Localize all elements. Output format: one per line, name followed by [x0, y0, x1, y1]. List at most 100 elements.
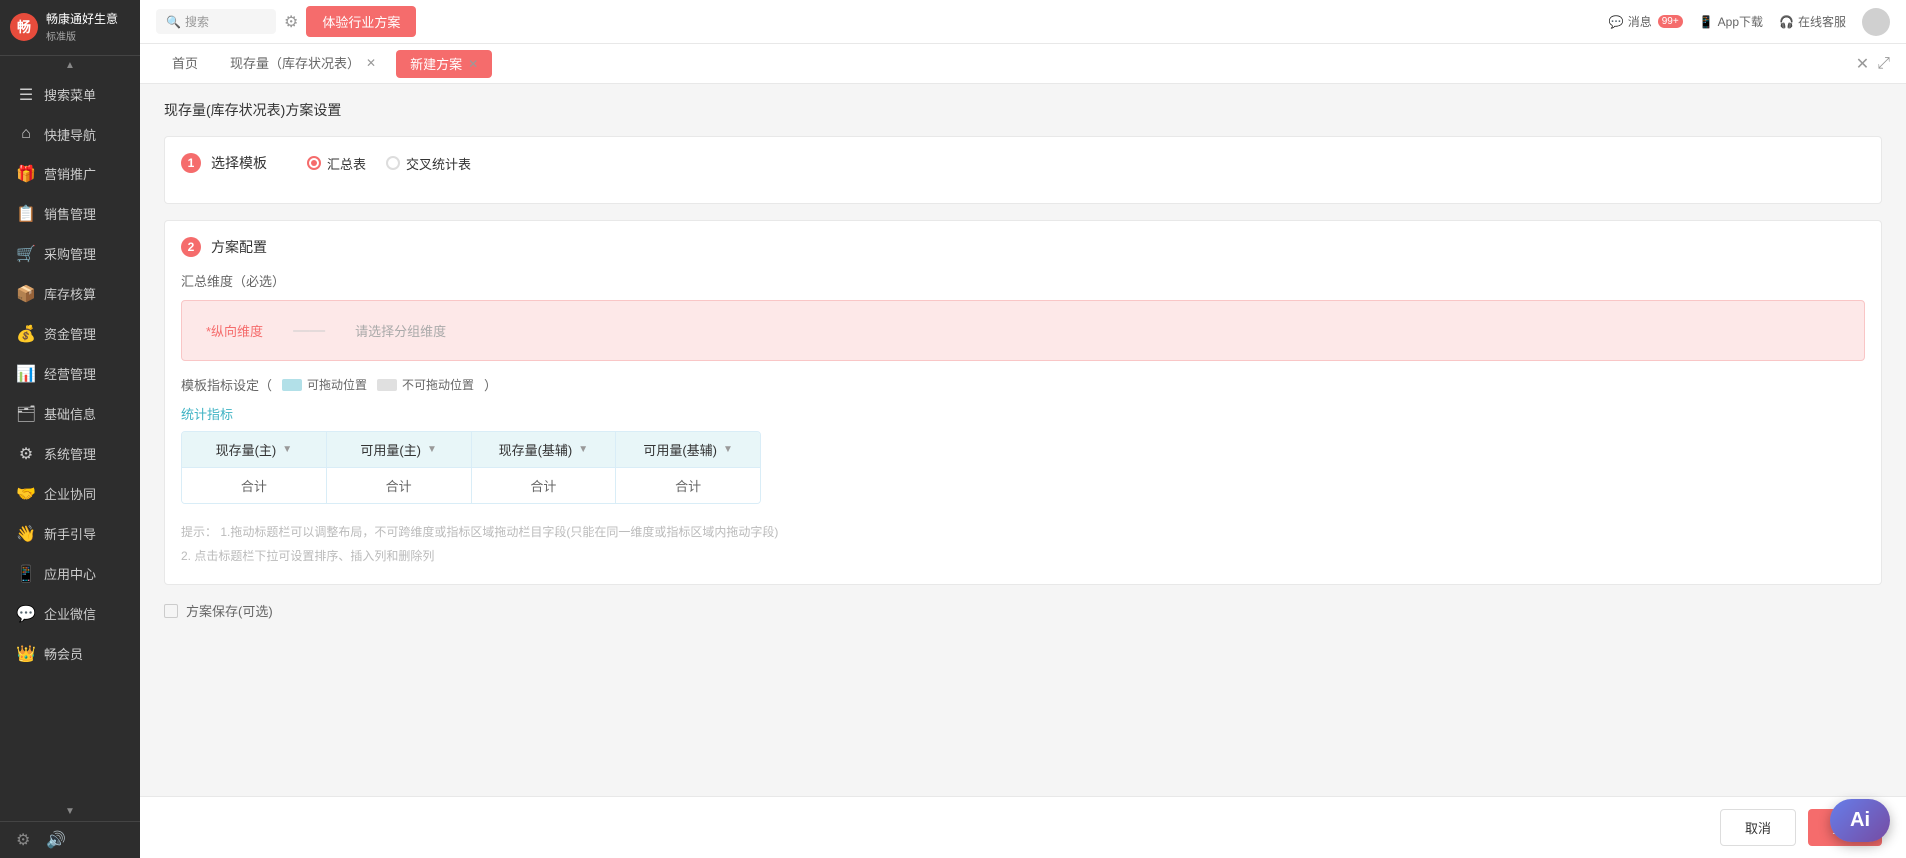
radio-cross-dot [386, 156, 400, 170]
step1-badge: 1 [181, 153, 201, 173]
trial-btn[interactable]: 体验行业方案 [306, 6, 416, 37]
step2-header: 2 方案配置 [181, 237, 1865, 257]
sidebar-item-label: 畅会员 [44, 644, 83, 663]
metric-setting-suffix: ） [484, 375, 497, 394]
stats-col-0[interactable]: 现存量(主) ▼ [182, 432, 327, 467]
sidebar-item-system[interactable]: ⚙ 系统管理 [0, 434, 140, 474]
step2-section: 2 方案配置 汇总维度（必选） *纵向维度 —— 请选择分组维度 模板指标设定（… [164, 220, 1882, 585]
save-checkbox[interactable] [164, 604, 178, 618]
online-service-btn[interactable]: 🎧 在线客服 [1779, 13, 1846, 30]
folder-icon: 🗂 [16, 404, 36, 424]
home-icon: ⌂ [16, 125, 36, 143]
sidebar-item-label: 新手引导 [44, 524, 96, 543]
tab-new-plan[interactable]: 新建方案 ✕ [396, 50, 492, 78]
stats-cell-1: 合计 [327, 468, 472, 503]
radio-summary[interactable]: 汇总表 [307, 154, 366, 173]
col-2-chevron[interactable]: ▼ [578, 444, 588, 455]
non-draggable-box [377, 379, 397, 391]
col-0-chevron[interactable]: ▼ [282, 444, 292, 455]
sidebar-logo: 畅 畅康通好生意 标准版 [0, 0, 140, 56]
message-badge: 99+ [1658, 15, 1683, 28]
headset-icon: 🎧 [1779, 15, 1794, 29]
save-label: 方案保存(可选) [186, 601, 273, 620]
user-avatar[interactable] [1862, 8, 1890, 36]
legend-non-draggable: 不可拖动位置 [377, 376, 474, 393]
sidebar-item-guide[interactable]: 👋 新手引导 [0, 514, 140, 554]
chat-icon: 💬 [16, 604, 36, 624]
topbar-gear-icon[interactable]: ⚙ [284, 12, 298, 32]
sidebar-item-label: 销售管理 [44, 204, 96, 223]
message-label: 消息 [1628, 13, 1652, 30]
sidebar-item-finance[interactable]: 💰 资金管理 [0, 314, 140, 354]
radio-cross[interactable]: 交叉统计表 [386, 154, 471, 173]
col-1-chevron[interactable]: ▼ [427, 444, 437, 455]
sidebar-scroll-up[interactable]: ▲ [0, 56, 140, 75]
tab-home-label: 首页 [172, 53, 198, 72]
col-3-label: 可用量(基辅) [643, 440, 717, 459]
stats-data-row: 合计 合计 合计 合计 [182, 467, 760, 503]
step1-title: 选择模板 [211, 153, 267, 173]
metric-setting-text: 模板指标设定（ [181, 375, 272, 394]
topbar-right: 💬 消息 99+ 📱 App下载 🎧 在线客服 [1609, 8, 1890, 36]
app-download-btn[interactable]: 📱 App下载 [1699, 13, 1763, 30]
stats-col-2[interactable]: 现存量(基辅) ▼ [472, 432, 617, 467]
search-icon: 🔍 [166, 15, 181, 29]
box-icon: 📦 [16, 284, 36, 304]
speaker-icon[interactable]: 🔊 [46, 830, 66, 850]
sidebar-item-search-menu[interactable]: ☰ 搜索菜单 [0, 75, 140, 115]
sidebar-scroll-down[interactable]: ▼ [0, 802, 140, 821]
sidebar-item-basic-info[interactable]: 🗂 基础信息 [0, 394, 140, 434]
non-draggable-label: 不可拖动位置 [402, 376, 474, 393]
ai-badge[interactable]: Ai [1830, 799, 1890, 842]
template-options: 汇总表 交叉统计表 [307, 154, 471, 173]
app-version: 标准版 [46, 28, 118, 43]
close-window-icon[interactable]: ✕ [1856, 54, 1869, 74]
sidebar-item-member[interactable]: 👑 畅会员 [0, 634, 140, 674]
sidebar-item-quick-nav[interactable]: ⌂ 快捷导航 [0, 115, 140, 154]
crown-icon: 👑 [16, 644, 36, 664]
cancel-button[interactable]: 取消 [1720, 809, 1796, 846]
sidebar-item-purchase[interactable]: 🛒 采购管理 [0, 234, 140, 274]
topbar-search[interactable]: 🔍 搜索 [156, 9, 276, 34]
col-3-chevron[interactable]: ▼ [723, 444, 733, 455]
step1-section: 1 选择模板 汇总表 交叉统计表 [164, 136, 1882, 204]
money-icon: 💰 [16, 324, 36, 344]
message-btn[interactable]: 💬 消息 99+ [1609, 13, 1683, 30]
dim-required-label: *纵向维度 [206, 321, 263, 340]
sidebar-item-label: 资金管理 [44, 324, 96, 343]
dimension-zone[interactable]: *纵向维度 —— 请选择分组维度 [181, 300, 1865, 361]
wave-icon: 👋 [16, 524, 36, 544]
metric-setting-label: 模板指标设定（ 可拖动位置 不可拖动位置 ） [181, 375, 1865, 394]
stats-cell-2: 合计 [472, 468, 617, 503]
gift-icon: 🎁 [16, 164, 36, 184]
tab-inventory-close[interactable]: ✕ [366, 56, 376, 70]
tips-section: 提示： 1.拖动标题栏可以调整布局，不可跨维度或指标区域拖动栏目字段(只能在同一… [181, 520, 1865, 568]
sidebar-item-label: 系统管理 [44, 444, 96, 463]
sidebar-item-wechat[interactable]: 💬 企业微信 [0, 594, 140, 634]
radio-cross-label: 交叉统计表 [406, 154, 471, 173]
search-placeholder: 搜索 [185, 13, 209, 30]
stats-cell-0: 合计 [182, 468, 327, 503]
sidebar-item-label: 库存核算 [44, 284, 96, 303]
settings-icon[interactable]: ⚙ [16, 830, 30, 850]
sidebar-item-marketing[interactable]: 🎁 营销推广 [0, 154, 140, 194]
stats-cell-3: 合计 [616, 468, 760, 503]
sidebar-item-app-center[interactable]: 📱 应用中心 [0, 554, 140, 594]
expand-icon[interactable]: ⤢ [1877, 55, 1890, 73]
content-area: 现存量(库存状况表)方案设置 1 选择模板 汇总表 交叉统计表 [140, 84, 1906, 796]
step1-header: 1 选择模板 汇总表 交叉统计表 [181, 153, 1865, 173]
stats-col-3[interactable]: 可用量(基辅) ▼ [616, 432, 760, 467]
topbar-left: 🔍 搜索 ⚙ 体验行业方案 [156, 6, 1597, 37]
stats-col-1[interactable]: 可用量(主) ▼ [327, 432, 472, 467]
tab-home[interactable]: 首页 [156, 44, 214, 84]
page-title: 现存量(库存状况表)方案设置 [164, 100, 1882, 120]
sidebar-item-cooperation[interactable]: 🤝 企业协同 [0, 474, 140, 514]
sidebar-item-operations[interactable]: 📊 经营管理 [0, 354, 140, 394]
sidebar-bottom: ⚙ 🔊 [0, 821, 140, 858]
sidebar-item-inventory[interactable]: 📦 库存核算 [0, 274, 140, 314]
tab-new-close[interactable]: ✕ [468, 57, 478, 71]
sidebar-item-sales[interactable]: 📋 销售管理 [0, 194, 140, 234]
tab-inventory[interactable]: 现存量（库存状况表） ✕ [214, 44, 392, 84]
tab-inventory-label: 现存量（库存状况表） [230, 53, 360, 72]
main-area: 🔍 搜索 ⚙ 体验行业方案 💬 消息 99+ 📱 App下载 🎧 在线客服 [140, 0, 1906, 858]
